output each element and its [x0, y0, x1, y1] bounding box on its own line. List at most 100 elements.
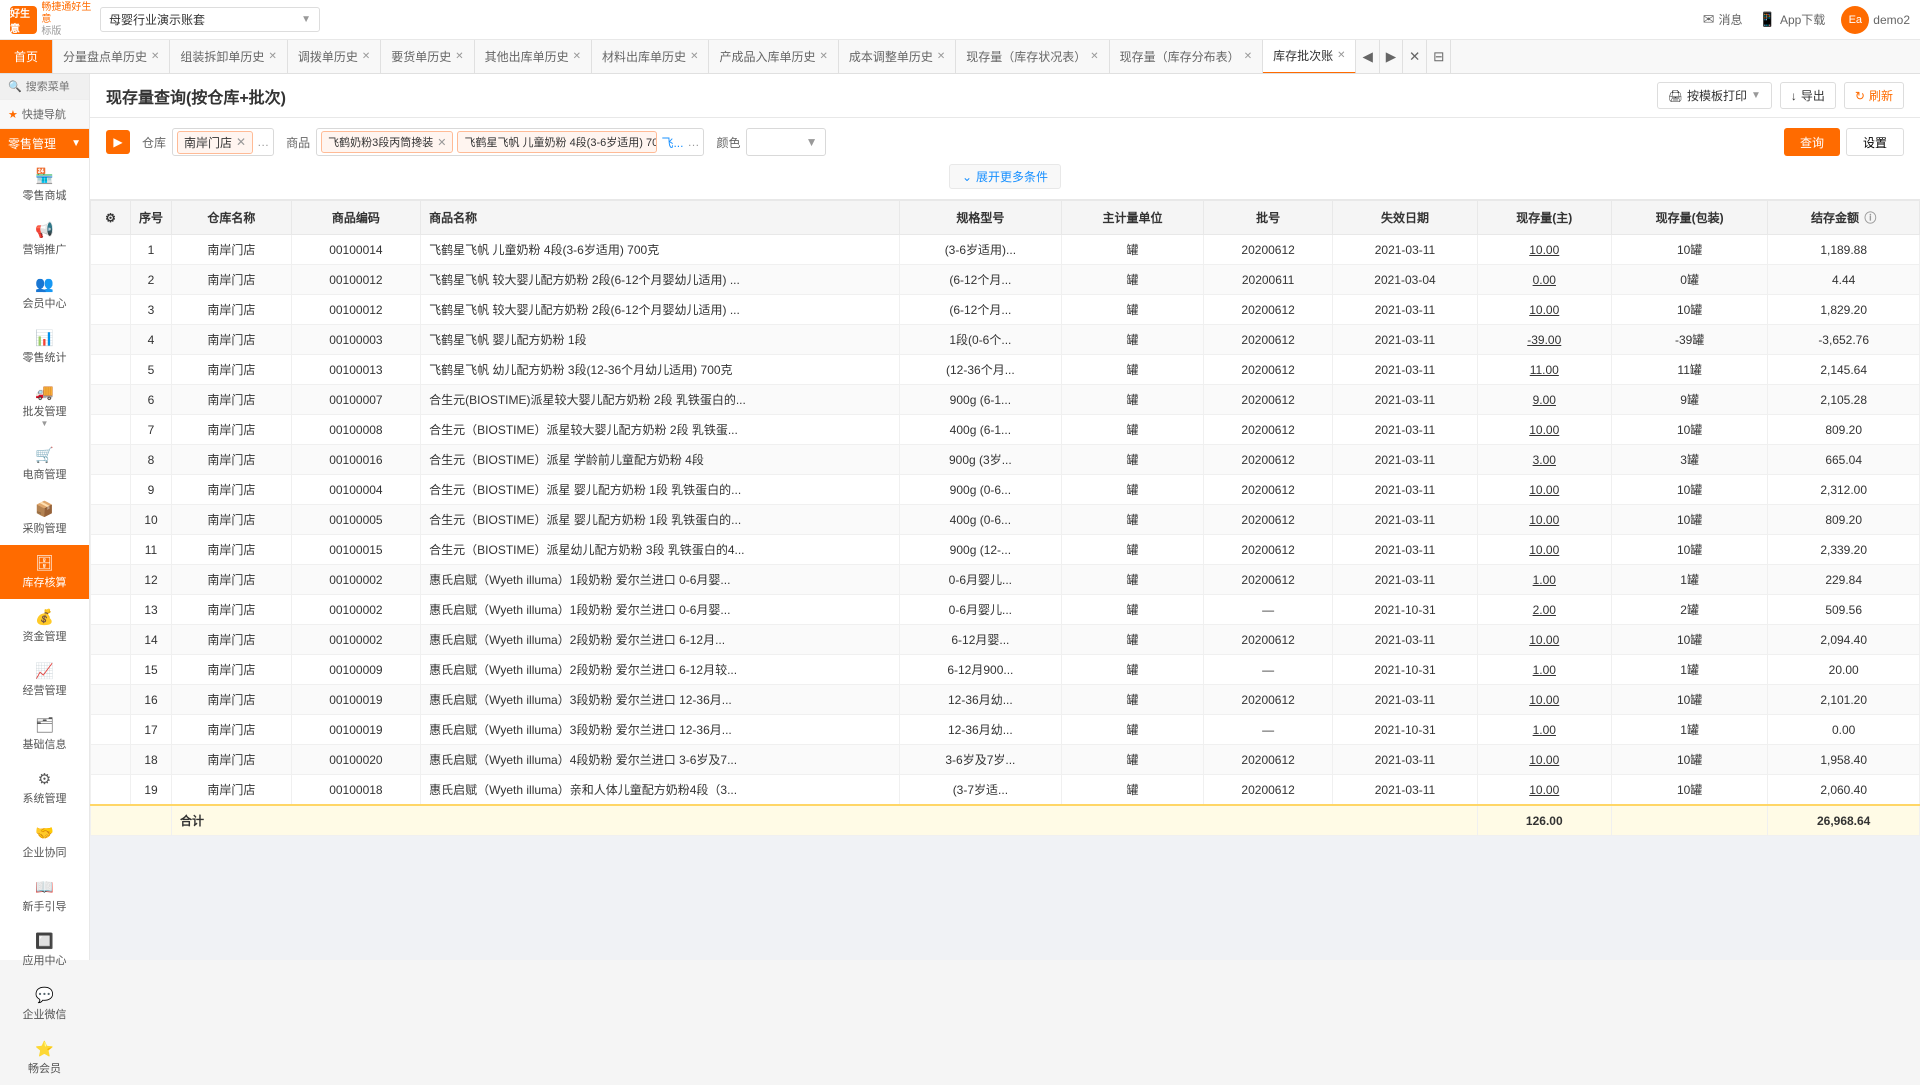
nav-item-wholesale[interactable]: 🚚 批发管理 ▼: [0, 374, 89, 437]
search-menu-area[interactable]: 🔍: [0, 74, 89, 100]
tab-close-chan-pin[interactable]: ✕: [819, 51, 827, 62]
nav-item-sys[interactable]: ⚙ 系统管理: [0, 761, 89, 815]
tab-home[interactable]: 首页: [0, 40, 53, 74]
tab-fen-pan[interactable]: 分量盘点单历史 ✕: [53, 40, 170, 74]
nav-item-ecommerce[interactable]: 🛒 电商管理: [0, 437, 89, 491]
nav-item-apps[interactable]: 🔲 应用中心: [0, 923, 89, 977]
row-qty-main[interactable]: 10.00: [1477, 415, 1611, 445]
print-btn[interactable]: 🖨 按模板打印 ▼: [1657, 82, 1772, 109]
refresh-btn[interactable]: ↻ 刷新: [1844, 82, 1904, 109]
tab-qi-ta[interactable]: 其他出库单历史 ✕: [475, 40, 592, 74]
tab-chan-pin[interactable]: 产成品入库单历史 ✕: [709, 40, 838, 74]
tab-close-zu-chai[interactable]: ✕: [268, 51, 276, 62]
nav-item-corp[interactable]: 🤝 企业协同: [0, 815, 89, 869]
row-name: 合生元（BIOSTIME）派星 婴儿配方奶粉 1段 乳铁蛋白的...: [421, 505, 899, 535]
nav-item-marketing[interactable]: 📢 营销推广: [0, 212, 89, 266]
tab-menu-btn[interactable]: ⊟: [1427, 40, 1451, 74]
row-qty-main[interactable]: 10.00: [1477, 775, 1611, 806]
tab-close-all-btn[interactable]: ✕: [1403, 40, 1427, 74]
tab-close-fen-pan[interactable]: ✕: [151, 51, 159, 62]
export-btn[interactable]: ↓ 导出: [1780, 82, 1836, 109]
tab-close-qi-ta[interactable]: ✕: [573, 51, 581, 62]
nav-item-corp-wechat[interactable]: 💬 企业微信: [0, 977, 89, 1031]
query-button[interactable]: 查询: [1784, 128, 1840, 156]
tab-close-ku-cun-pi-ci[interactable]: ✕: [1337, 50, 1345, 61]
row-settings: [91, 685, 131, 715]
nav-section-retail[interactable]: 零售管理 ▼: [0, 129, 89, 158]
row-balance: 20.00: [1768, 655, 1920, 685]
message-btn[interactable]: ✉ 消息: [1703, 11, 1743, 28]
row-expire: 2021-03-11: [1333, 565, 1477, 595]
row-qty-main[interactable]: 10.00: [1477, 505, 1611, 535]
warehouse-remove[interactable]: ✕: [236, 135, 246, 149]
row-name: 合生元（BIOSTIME）派星 婴儿配方奶粉 1段 乳铁蛋白的...: [421, 475, 899, 505]
row-qty-main[interactable]: 10.00: [1477, 685, 1611, 715]
row-qty-main[interactable]: 11.00: [1477, 355, 1611, 385]
balance-info-icon[interactable]: ⓘ: [1864, 211, 1876, 225]
tab-prev-btn[interactable]: ◀: [1356, 40, 1379, 74]
app-download-btn[interactable]: 📱 App下载: [1759, 11, 1826, 28]
row-qty-main[interactable]: -39.00: [1477, 325, 1611, 355]
row-code: 00100009: [291, 655, 421, 685]
row-qty-main[interactable]: 1.00: [1477, 565, 1611, 595]
row-unit: 罐: [1062, 415, 1204, 445]
summary-label: 合计: [172, 805, 1478, 836]
tab-close-cai-liao[interactable]: ✕: [690, 51, 698, 62]
user-profile[interactable]: Ea demo2: [1841, 6, 1910, 34]
tab-close-xian-cun-zhuang-tai[interactable]: ✕: [1090, 51, 1098, 62]
tab-yao-huo[interactable]: 要货单历史 ✕: [381, 40, 474, 74]
row-qty-main[interactable]: 0.00: [1477, 265, 1611, 295]
expand-more-btn[interactable]: ⌄ 展开更多条件: [949, 164, 1061, 189]
member-icon: 👥: [35, 275, 54, 293]
nav-item-retail-mall[interactable]: 🏪 零售商城: [0, 158, 89, 212]
nav-item-retail-stat[interactable]: 📊 零售统计: [0, 320, 89, 374]
filter-expand-arrow[interactable]: ▶: [106, 130, 130, 154]
row-spec: 12-36月幼...: [899, 685, 1062, 715]
nav-item-guide[interactable]: 📖 新手引导: [0, 869, 89, 923]
row-qty-main[interactable]: 10.00: [1477, 625, 1611, 655]
color-selector[interactable]: ▼: [746, 128, 826, 156]
tab-zu-chai[interactable]: 组装拆卸单历史 ✕: [170, 40, 287, 74]
nav-item-member[interactable]: 👥 会员中心: [0, 266, 89, 320]
row-qty-main[interactable]: 10.00: [1477, 295, 1611, 325]
product-tag1-remove[interactable]: ✕: [437, 136, 446, 149]
tab-close-yao-huo[interactable]: ✕: [455, 51, 463, 62]
row-qty-main[interactable]: 9.00: [1477, 385, 1611, 415]
settings-button[interactable]: 设置: [1846, 128, 1904, 156]
tab-cai-liao[interactable]: 材料出库单历史 ✕: [592, 40, 709, 74]
nav-item-purchase[interactable]: 📦 采购管理: [0, 491, 89, 545]
quick-nav[interactable]: ★ 快捷导航: [0, 100, 89, 129]
nav-item-base[interactable]: 🗂 基础信息: [0, 707, 89, 761]
tab-diao-bo[interactable]: 调拨单历史 ✕: [288, 40, 381, 74]
warehouse-more[interactable]: …: [257, 135, 269, 149]
product-more[interactable]: …: [687, 135, 699, 149]
search-menu-input[interactable]: [26, 81, 81, 93]
warehouse-input-container[interactable]: 南岸门店 ✕ …: [172, 128, 274, 156]
row-qty-main[interactable]: 10.00: [1477, 475, 1611, 505]
filter-warehouse: 仓库 南岸门店 ✕ …: [142, 128, 274, 156]
header-actions: 🖨 按模板打印 ▼ ↓ 导出 ↻ 刷新: [1657, 82, 1904, 109]
tab-close-diao-bo[interactable]: ✕: [362, 51, 370, 62]
tab-ku-cun-pi-ci[interactable]: 库存批次账 ✕: [1263, 40, 1356, 74]
tab-close-xian-cun-fen-bu[interactable]: ✕: [1244, 51, 1252, 62]
company-selector[interactable]: 母婴行业演示账套 ▼: [100, 7, 320, 32]
row-qty-main[interactable]: 2.00: [1477, 595, 1611, 625]
product-input-container[interactable]: 飞鹤奶粉3段丙筒搀装 ✕ 飞鹤星飞帆 儿童奶粉 4段(3-6岁适用) 700克 …: [316, 128, 704, 156]
row-expire: 2021-03-11: [1333, 535, 1477, 565]
tab-close-cheng-ben[interactable]: ✕: [937, 51, 945, 62]
nav-item-finance[interactable]: 💰 资金管理: [0, 599, 89, 653]
tab-cheng-ben[interactable]: 成本调整单历史 ✕: [839, 40, 956, 74]
nav-item-ops[interactable]: 📈 经营管理: [0, 653, 89, 707]
row-qty-main[interactable]: 10.00: [1477, 535, 1611, 565]
tab-xian-cun-zhuang-tai[interactable]: 现存量（库存状况表） ✕: [956, 40, 1109, 74]
row-qty-main[interactable]: 1.00: [1477, 715, 1611, 745]
row-qty-main[interactable]: 10.00: [1477, 235, 1611, 265]
row-qty-main[interactable]: 3.00: [1477, 445, 1611, 475]
tab-next-btn[interactable]: ▶: [1380, 40, 1403, 74]
tab-xian-cun-fen-bu[interactable]: 现存量（库存分布表） ✕: [1110, 40, 1263, 74]
nav-item-vip[interactable]: ⭐ 畅会员: [0, 1031, 89, 1085]
row-qty-main[interactable]: 10.00: [1477, 745, 1611, 775]
row-qty-main[interactable]: 1.00: [1477, 655, 1611, 685]
th-settings[interactable]: ⚙: [91, 201, 131, 235]
nav-item-inventory[interactable]: 🗄 库存核算: [0, 545, 89, 599]
